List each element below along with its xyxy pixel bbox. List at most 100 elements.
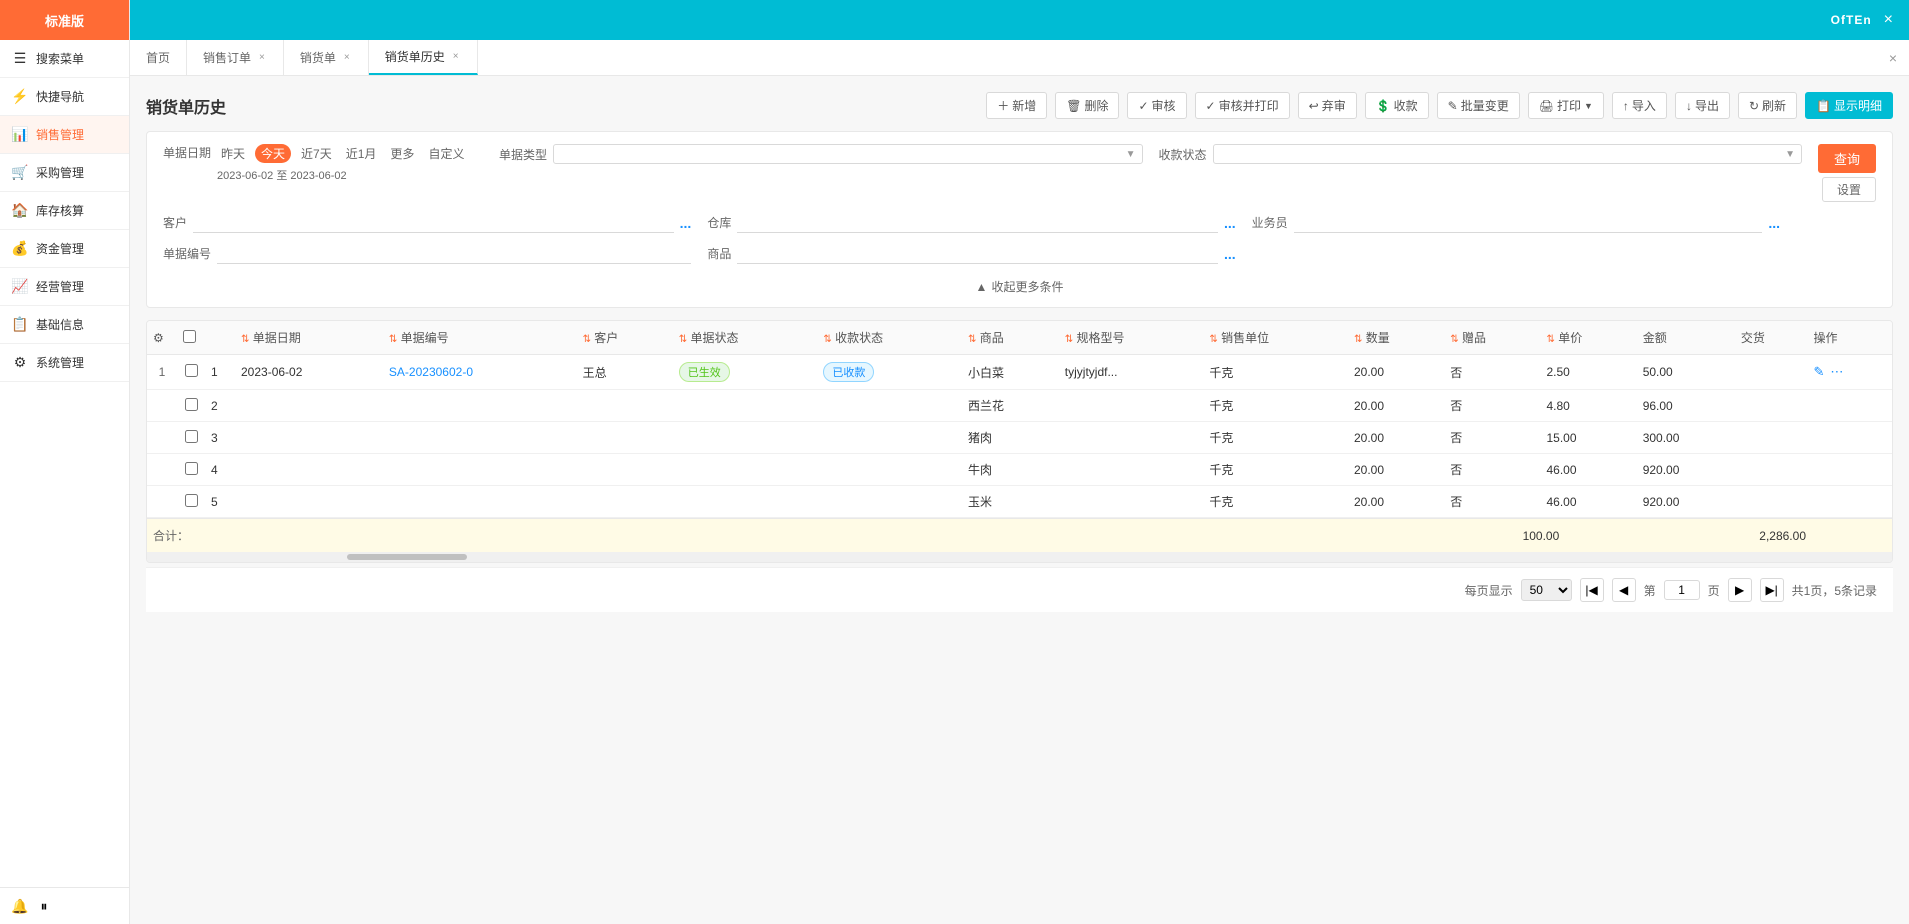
sidebar-item-ops-mgmt[interactable]: 📈 经营管理 [0,268,129,306]
col-doc-status[interactable]: ⇅ 单据状态 [673,321,818,355]
col-gear[interactable]: ⚙ [147,321,177,355]
edit-icon-1[interactable]: ✎ [1813,364,1824,380]
prev-page-btn[interactable]: ◀ [1612,578,1636,602]
row-checkbox-1[interactable] [185,364,198,377]
goods-input[interactable] [737,243,1218,264]
doc-no-input[interactable] [217,243,691,264]
export-button[interactable]: ↓ 导出 [1675,92,1730,119]
warehouse-picker[interactable]: ... [1224,215,1236,231]
customer-picker[interactable]: ... [680,215,692,231]
sidebar-item-base-info[interactable]: 📋 基础信息 [0,306,129,344]
abandon-button[interactable]: ↩ 弃审 [1298,92,1357,119]
tab-sales-history[interactable]: 销货单历史 × [369,40,478,75]
tab-bar-close[interactable]: × [1889,50,1909,66]
sidebar-item-quick-nav[interactable]: ⚡ 快捷导航 [0,78,129,116]
pause-icon[interactable]: ⏸ [36,898,52,914]
tab-sales-order[interactable]: 销售订单 × [187,40,284,75]
col-checkbox[interactable] [177,321,205,355]
collect-button[interactable]: 💲 收款 [1365,92,1429,119]
select-all-checkbox[interactable] [183,330,196,343]
cell-checkbox-3[interactable] [177,422,205,454]
payment-status-input[interactable] [1220,147,1786,161]
cell-checkbox-2[interactable] [177,390,205,422]
today-shortcut[interactable]: 今天 [255,144,291,163]
cell-checkbox-4[interactable] [177,454,205,486]
refresh-button[interactable]: ↻ 刷新 [1738,92,1797,119]
cell-checkbox-1[interactable] [177,355,205,390]
col-spec[interactable]: ⇅ 规格型号 [1059,321,1204,355]
cell-customer-4 [577,454,673,486]
last-page-btn[interactable]: ▶| [1760,578,1784,602]
row-checkbox-5[interactable] [185,494,198,507]
col-unit[interactable]: ⇅ 销售单位 [1203,321,1348,355]
tab-sales-goods-close[interactable]: × [342,52,352,63]
staff-picker[interactable]: ... [1768,215,1780,231]
scroll-thumb[interactable] [347,554,467,560]
sys-mgmt-icon: ⚙ [12,355,28,371]
col-customer[interactable]: ⇅ 客户 [577,321,673,355]
new-button[interactable]: ＋ 新增 [986,92,1047,119]
row-checkbox-4[interactable] [185,462,198,475]
review-print-button[interactable]: ✓ 审核并打印 [1195,92,1290,119]
goods-picker[interactable]: ... [1224,246,1236,262]
sidebar-item-sales-mgmt[interactable]: 📊 销售管理 [0,116,129,154]
custom-shortcut[interactable]: 自定义 [424,144,468,163]
customer-input[interactable] [193,212,674,233]
col-gift[interactable]: ⇅ 赠品 [1444,321,1540,355]
first-page-btn[interactable]: |◀ [1580,578,1604,602]
more-shortcut[interactable]: 更多 [386,144,418,163]
delete-button[interactable]: 🗑 删除 [1055,92,1119,119]
sidebar-item-purchase-mgmt[interactable]: 🛒 采购管理 [0,154,129,192]
row-checkbox-3[interactable] [185,430,198,443]
cell-doc-date-3 [235,422,383,454]
review-button[interactable]: ✓ 审核 [1127,92,1186,119]
more-icon-1[interactable]: ⋯ [1830,364,1843,380]
sidebar-item-finance-mgmt[interactable]: 💰 资金管理 [0,230,129,268]
tab-sales-goods[interactable]: 销货单 × [284,40,369,75]
finance-mgmt-icon: 💰 [12,241,28,257]
doc-type-dropdown-icon[interactable]: ▼ [1126,149,1136,160]
per-page-select[interactable]: 20 50 100 [1521,579,1572,601]
col-payment-status[interactable]: ⇅ 收款状态 [817,321,962,355]
tab-home[interactable]: 首页 [130,40,187,75]
show-detail-button[interactable]: 📋 显示明细 [1805,92,1893,119]
doc-type-field[interactable]: ▼ [553,144,1142,164]
tab-sales-order-close[interactable]: × [257,52,267,63]
query-button[interactable]: 查询 [1818,144,1876,173]
cell-doc-no-1[interactable]: SA-20230602-0 [383,355,577,390]
payment-status-field[interactable]: ▼ [1213,144,1802,164]
sidebar-item-search-menu[interactable]: ☰ 搜索菜单 [0,40,129,78]
query-set-btns: 查询 设置 [1818,144,1876,202]
sidebar-item-inventory[interactable]: 🏠 库存核算 [0,192,129,230]
col-unit-price[interactable]: ⇅ 单价 [1540,321,1636,355]
header-close-btn[interactable]: × [1884,11,1893,29]
sidebar-bottom: 🔔 ⏸ [0,887,129,924]
col-doc-no[interactable]: ⇅ 单据编号 [383,321,577,355]
import-button[interactable]: ↑ 导入 [1612,92,1667,119]
notification-icon[interactable]: 🔔 [12,898,28,914]
page-input[interactable] [1664,580,1700,600]
row-checkbox-2[interactable] [185,398,198,411]
col-goods[interactable]: ⇅ 商品 [962,321,1059,355]
next-page-btn[interactable]: ▶ [1728,578,1752,602]
set-button[interactable]: 设置 [1822,177,1876,202]
batch-change-button[interactable]: ✎ 批量变更 [1437,92,1520,119]
tab-sales-history-close[interactable]: × [451,51,461,62]
sort-icon-spec: ⇅ [1065,334,1073,345]
month-shortcut[interactable]: 近1月 [342,144,381,163]
staff-input[interactable] [1294,212,1763,233]
collapse-filter-btn[interactable]: ▲ 收起更多条件 [163,274,1876,295]
col-qty[interactable]: ⇅ 数量 [1348,321,1444,355]
cell-doc-status-5 [673,486,818,518]
doc-type-input[interactable] [560,147,1126,161]
payment-status-dropdown-icon[interactable]: ▼ [1785,149,1795,160]
sidebar-item-sys-mgmt[interactable]: ⚙ 系统管理 [0,344,129,382]
col-doc-date[interactable]: ⇅ 单据日期 [235,321,383,355]
horizontal-scrollbar[interactable] [147,552,1892,562]
warehouse-input[interactable] [737,212,1218,233]
week-shortcut[interactable]: 近7天 [297,144,336,163]
print-button[interactable]: 🖨 打印 ▼ [1528,92,1604,119]
yesterday-shortcut[interactable]: 昨天 [217,144,249,163]
cell-checkbox-5[interactable] [177,486,205,518]
cell-spec-3 [1059,422,1204,454]
